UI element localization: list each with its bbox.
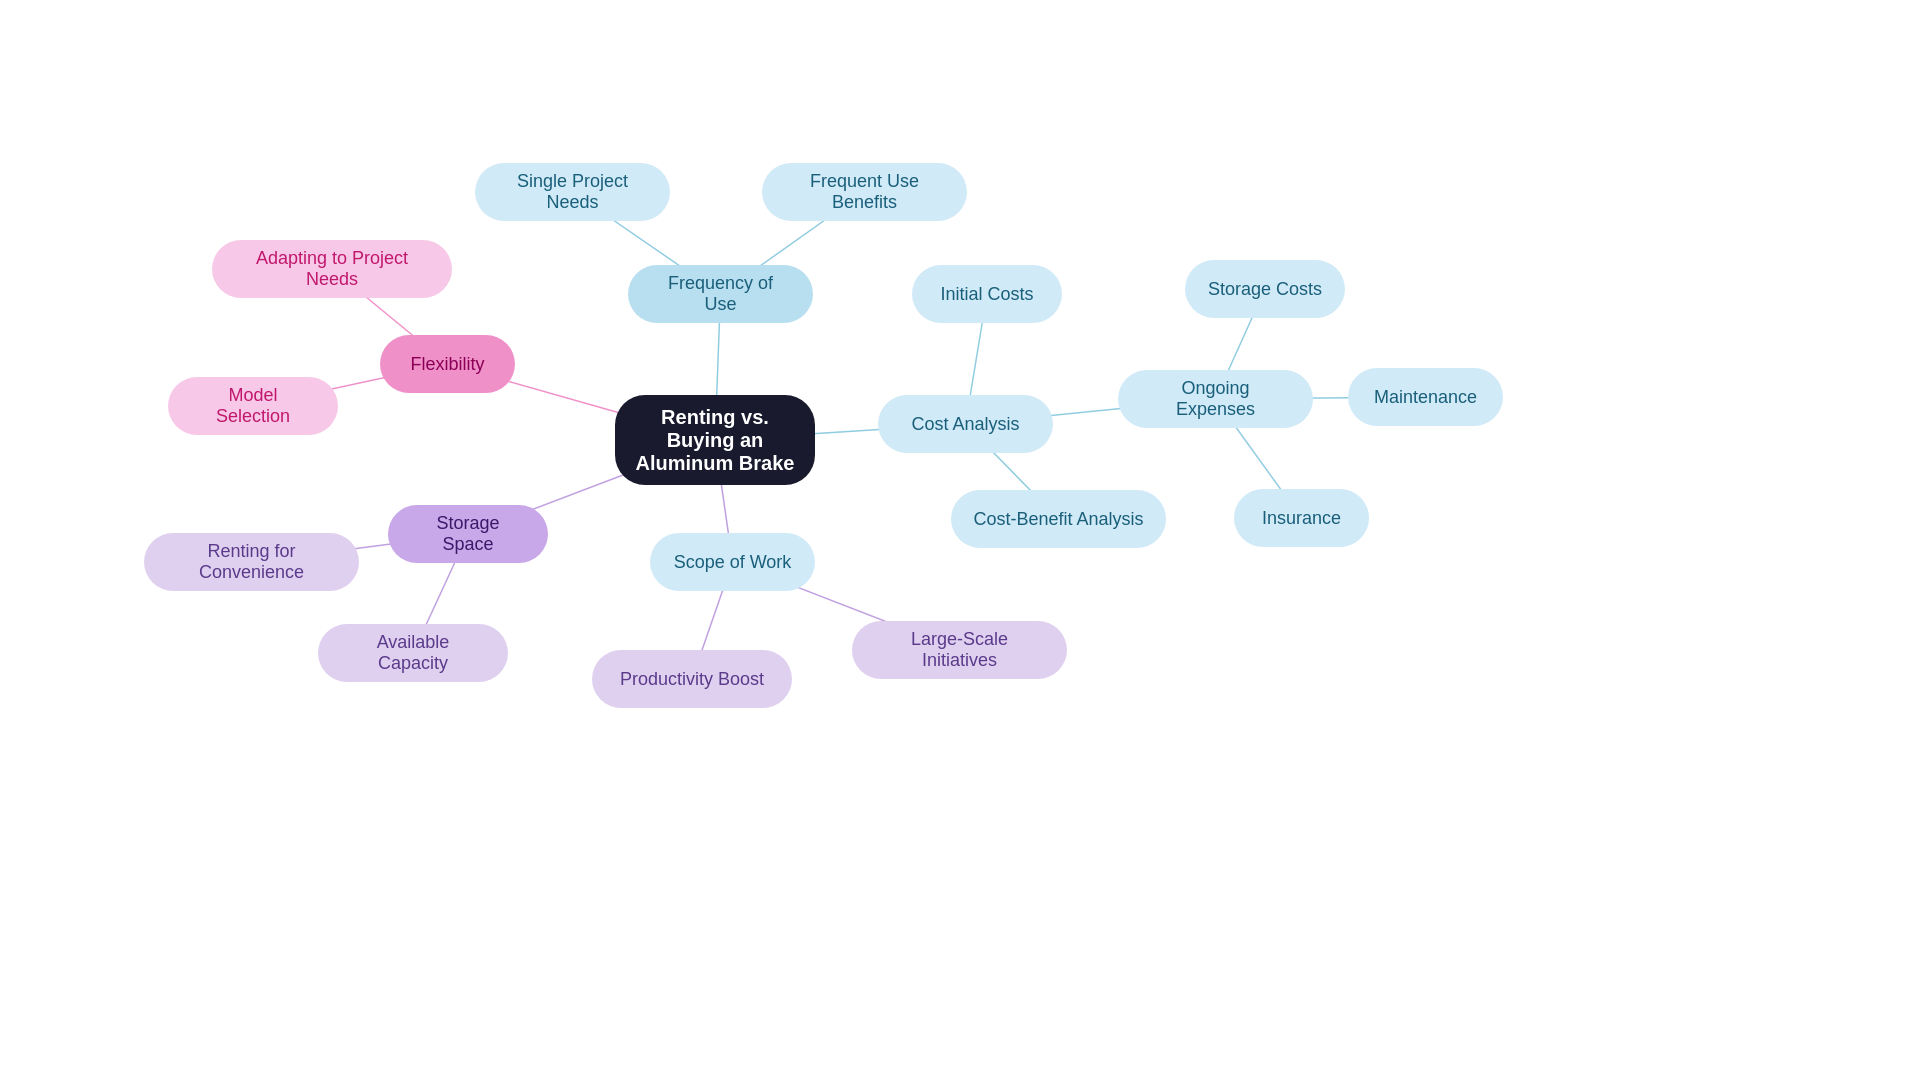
node-model_selection: Model Selection — [168, 377, 338, 435]
node-label-storage_costs: Storage Costs — [1208, 279, 1322, 300]
mindmap-container: Renting vs. Buying an Aluminum Brake Freq… — [0, 0, 1920, 1083]
node-label-maintenance: Maintenance — [1374, 387, 1477, 408]
node-label-initial_costs: Initial Costs — [940, 284, 1033, 305]
node-label-available_capacity: Available Capacity — [340, 632, 486, 674]
node-frequency_of_use: Frequency of Use — [628, 265, 813, 323]
node-storage_space: Storage Space — [388, 505, 548, 563]
node-label-center: Renting vs. Buying an Aluminum Brake — [633, 406, 797, 475]
node-label-storage_space: Storage Space — [410, 513, 526, 555]
node-label-insurance: Insurance — [1262, 508, 1341, 529]
node-label-scope_of_work: Scope of Work — [674, 552, 792, 573]
node-ongoing_expenses: Ongoing Expenses — [1118, 370, 1313, 428]
node-insurance: Insurance — [1234, 489, 1369, 547]
node-label-cost_analysis: Cost Analysis — [911, 414, 1019, 435]
node-maintenance: Maintenance — [1348, 368, 1503, 426]
node-storage_costs: Storage Costs — [1185, 260, 1345, 318]
node-label-large_scale: Large-Scale Initiatives — [874, 629, 1045, 671]
node-renting_convenience: Renting for Convenience — [144, 533, 359, 591]
node-label-frequent_use: Frequent Use Benefits — [784, 171, 945, 213]
node-label-renting_convenience: Renting for Convenience — [166, 541, 337, 583]
node-initial_costs: Initial Costs — [912, 265, 1062, 323]
node-label-model_selection: Model Selection — [190, 385, 316, 427]
node-single_project: Single Project Needs — [475, 163, 670, 221]
node-cost_benefit: Cost-Benefit Analysis — [951, 490, 1166, 548]
node-label-frequency_of_use: Frequency of Use — [650, 273, 791, 315]
node-flexibility: Flexibility — [380, 335, 515, 393]
node-frequent_use: Frequent Use Benefits — [762, 163, 967, 221]
node-available_capacity: Available Capacity — [318, 624, 508, 682]
node-scope_of_work: Scope of Work — [650, 533, 815, 591]
node-label-ongoing_expenses: Ongoing Expenses — [1140, 378, 1291, 420]
node-label-productivity_boost: Productivity Boost — [620, 669, 764, 690]
node-cost_analysis: Cost Analysis — [878, 395, 1053, 453]
node-label-single_project: Single Project Needs — [497, 171, 648, 213]
node-large_scale: Large-Scale Initiatives — [852, 621, 1067, 679]
node-label-adapting: Adapting to Project Needs — [234, 248, 430, 290]
node-adapting: Adapting to Project Needs — [212, 240, 452, 298]
node-center: Renting vs. Buying an Aluminum Brake — [615, 395, 815, 485]
node-label-flexibility: Flexibility — [410, 354, 484, 375]
node-label-cost_benefit: Cost-Benefit Analysis — [973, 509, 1143, 530]
node-productivity_boost: Productivity Boost — [592, 650, 792, 708]
